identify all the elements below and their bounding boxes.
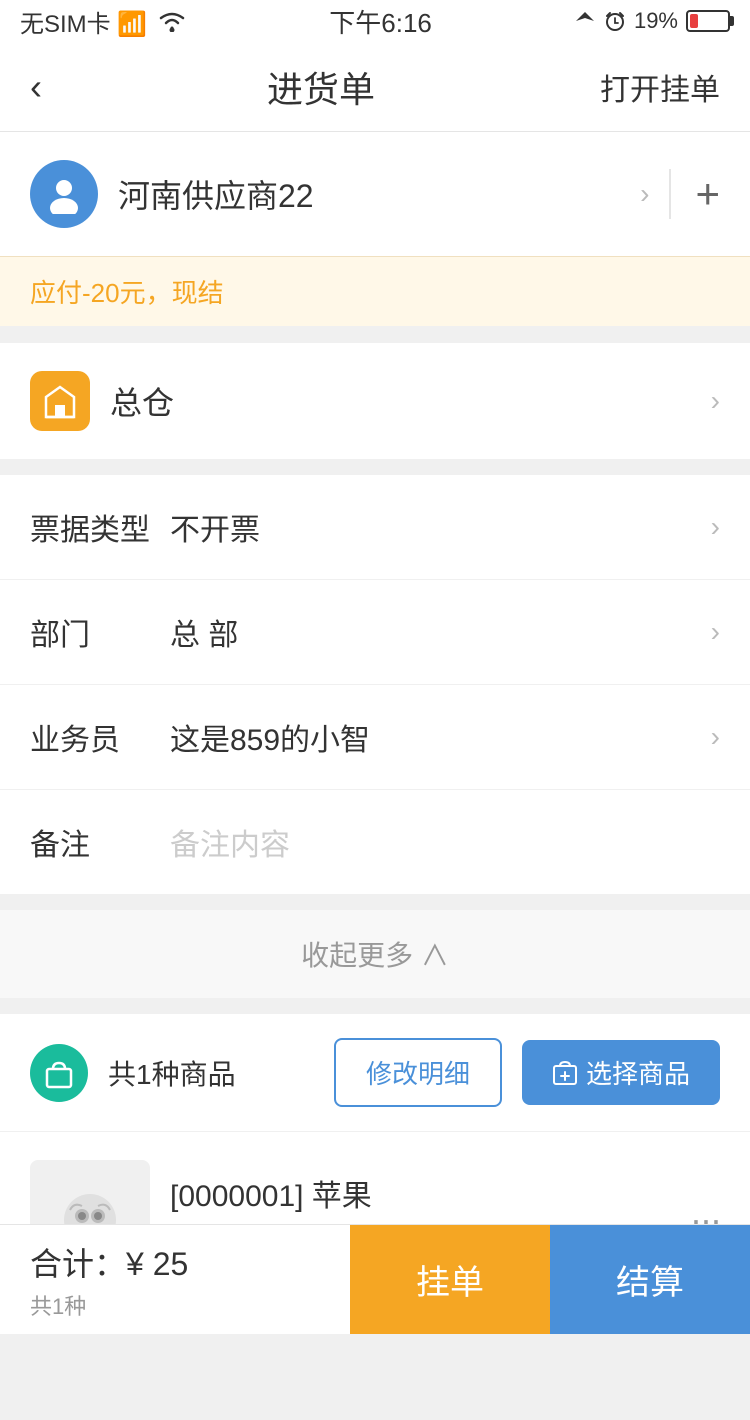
salesperson-label: 业务员 — [30, 715, 150, 759]
supplier-arrow-icon: › — [640, 178, 649, 210]
battery-icon — [686, 10, 730, 32]
invoice-type-value: 不开票 — [150, 505, 711, 549]
select-product-label: 选择商品 — [586, 1054, 690, 1091]
warehouse-arrow-icon: › — [711, 385, 720, 417]
department-row[interactable]: 部门 总 部 › — [0, 580, 750, 685]
department-arrow-icon: › — [711, 616, 720, 648]
supplier-name: 河南供应商22 — [118, 171, 640, 217]
supplier-divider — [669, 169, 671, 219]
supplier-section: 河南供应商22 › + 应付-20元，现结 — [0, 132, 750, 326]
product-count-icon — [30, 1044, 88, 1102]
total-value: ¥ 25 — [126, 1246, 188, 1282]
product-count-text: 共1种商品 — [108, 1053, 314, 1093]
select-product-button[interactable]: 选择商品 — [522, 1040, 720, 1105]
back-button[interactable]: ‹ — [30, 66, 42, 108]
checkout-button[interactable]: 结算 — [550, 1225, 750, 1334]
invoice-type-label: 票据类型 — [30, 505, 150, 549]
edit-detail-button[interactable]: 修改明细 — [334, 1038, 502, 1107]
warehouse-row[interactable]: 总仓 › — [0, 342, 750, 459]
status-right: 19% — [574, 8, 730, 34]
add-supplier-button[interactable]: + — [695, 170, 720, 218]
battery-percent: 19% — [634, 8, 678, 34]
form-section: 票据类型 不开票 › 部门 总 部 › 业务员 这是859的小智 › 备注 备注… — [0, 475, 750, 894]
bottom-total: 合计：¥ 25 共1种 — [0, 1225, 350, 1334]
supplier-avatar — [30, 160, 98, 228]
department-value: 总 部 — [150, 610, 711, 654]
supplier-notice: 应付-20元，现结 — [0, 256, 750, 326]
total-amount: 合计：¥ 25 — [30, 1239, 320, 1285]
warehouse-name: 总仓 — [110, 378, 711, 424]
remark-label: 备注 — [30, 820, 150, 864]
alarm-icon — [604, 10, 626, 32]
product-name: [0000001] 苹果 — [170, 1171, 670, 1215]
total-count: 共1种 — [30, 1289, 320, 1321]
supplier-avatar-icon — [44, 174, 84, 214]
warehouse-building-icon — [42, 383, 78, 419]
page-title: 进货单 — [267, 61, 375, 113]
invoice-type-arrow-icon: › — [711, 511, 720, 543]
collapse-row[interactable]: 收起更多 ∧ — [0, 910, 750, 998]
status-time: 下午6:16 — [329, 3, 432, 40]
supplier-row[interactable]: 河南供应商22 › + — [0, 132, 750, 256]
shopping-bag-icon — [43, 1057, 75, 1089]
open-hold-button[interactable]: 打开挂单 — [600, 65, 720, 109]
collapse-label: 收起更多 ∧ — [301, 934, 449, 974]
add-product-icon — [552, 1060, 578, 1086]
salesperson-value: 这是859的小智 — [150, 715, 711, 759]
status-bar: 无SIM卡 📶 下午6:16 19% — [0, 0, 750, 42]
bottom-bar: 合计：¥ 25 共1种 挂单 结算 — [0, 1224, 750, 1334]
products-header: 共1种商品 修改明细 选择商品 — [0, 1014, 750, 1132]
department-label: 部门 — [30, 610, 150, 654]
status-left: 无SIM卡 📶 — [20, 4, 187, 39]
warehouse-section: 总仓 › — [0, 342, 750, 459]
carrier-text: 无SIM卡 📶 — [20, 4, 147, 39]
hold-order-button[interactable]: 挂单 — [350, 1225, 550, 1334]
salesperson-row[interactable]: 业务员 这是859的小智 › — [0, 685, 750, 790]
invoice-type-row[interactable]: 票据类型 不开票 › — [0, 475, 750, 580]
wifi-icon — [157, 10, 187, 32]
location-icon — [574, 10, 596, 32]
nav-bar: ‹ 进货单 打开挂单 — [0, 42, 750, 132]
remark-row[interactable]: 备注 备注内容 — [0, 790, 750, 894]
remark-input[interactable]: 备注内容 — [150, 820, 720, 864]
salesperson-arrow-icon: › — [711, 721, 720, 753]
total-label: 合计： — [30, 1246, 126, 1282]
warehouse-icon — [30, 371, 90, 431]
